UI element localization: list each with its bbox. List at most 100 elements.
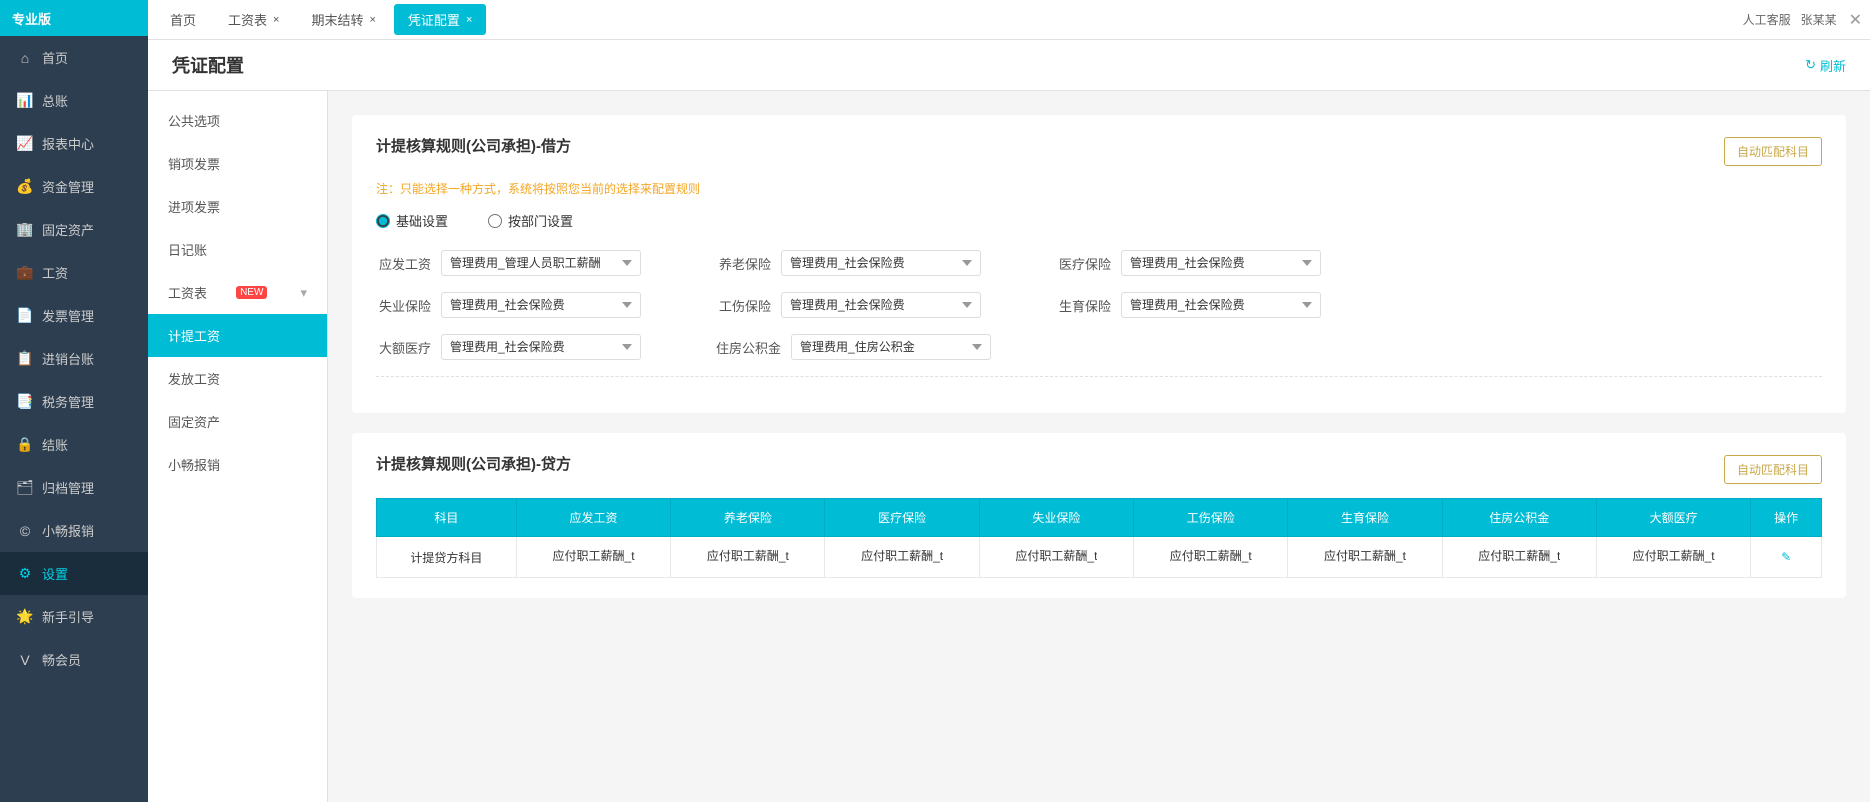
- sidebar-item-fixed-assets[interactable]: 🏢 固定资产: [0, 208, 148, 251]
- col-injury: 工伤保险: [1134, 499, 1288, 537]
- main-area: 首页 工资表 × 期末结转 × 凭证配置 × 人工客服 张某某 ✕ 凭证配置 ↻…: [148, 0, 1870, 802]
- report-icon: 📈: [16, 135, 34, 152]
- star-icon: 🌟: [16, 608, 34, 625]
- select-housing[interactable]: 管理费用_住房公积金: [791, 334, 991, 360]
- content-wrapper: 公共选项 销项发票 进项发票 日记账 工资表 NEW ▾ 计提工资 发放工资: [148, 91, 1870, 802]
- col-medical: 医疗保险: [825, 499, 979, 537]
- sidebar-label-close-account: 结账: [42, 435, 68, 454]
- select-injury[interactable]: 管理费用_社会保险费: [781, 292, 981, 318]
- settings-icon: ⚙: [16, 565, 34, 582]
- select-major-medical[interactable]: 管理费用_社会保险费: [441, 334, 641, 360]
- cell-housing: 应付职工薪酬_t: [1442, 537, 1596, 578]
- chevron-down-icon: ▾: [300, 285, 307, 301]
- debit-form-row-2: 失业保险 管理费用_社会保险费 工伤保险 管理费用_社会保险费 生育保险: [376, 292, 1822, 318]
- tab-payroll-table-label: 工资表: [228, 10, 267, 29]
- label-housing: 住房公积金: [716, 338, 781, 357]
- window-close-icon[interactable]: ✕: [1849, 10, 1862, 30]
- sidebar-item-general-ledger[interactable]: 📊 总账: [0, 79, 148, 122]
- copyright-icon: ©: [16, 523, 34, 539]
- tab-voucher-config[interactable]: 凭证配置 ×: [394, 4, 486, 35]
- radio-basic[interactable]: 基础设置: [376, 211, 448, 230]
- credit-auto-match-button[interactable]: 自动匹配科目: [1724, 455, 1822, 484]
- sidebar-item-guide[interactable]: 🌟 新手引导: [0, 595, 148, 638]
- sidebar-item-sales-ledger[interactable]: 📋 进销台账: [0, 337, 148, 380]
- fund-icon: 💰: [16, 178, 34, 195]
- tab-voucher-config-close[interactable]: ×: [466, 14, 472, 26]
- debit-auto-match-button[interactable]: 自动匹配科目: [1724, 137, 1822, 166]
- credit-section-header: 计提核算规则(公司承担)-贷方 自动匹配科目: [376, 453, 1822, 486]
- divider: [376, 376, 1822, 377]
- radio-department-label: 按部门设置: [508, 211, 573, 230]
- topbar-right: 人工客服 张某某: [1743, 11, 1837, 28]
- vip-icon: V: [16, 652, 34, 668]
- building-icon: 🏢: [16, 221, 34, 238]
- label-medical: 医疗保险: [1056, 254, 1111, 273]
- sidebar-label-payroll: 工资: [42, 263, 68, 282]
- sidebar-item-vip[interactable]: V 畅会员: [0, 638, 148, 681]
- select-pension[interactable]: 管理费用_社会保险费: [781, 250, 981, 276]
- sidebar: 专业版 ⌂ 首页 📊 总账 📈 报表中心 💰 资金管理 🏢 固定资产 💼 工资 …: [0, 0, 148, 802]
- select-medical[interactable]: 管理费用_社会保险费: [1121, 250, 1321, 276]
- cell-medical: 应付职工薪酬_t: [825, 537, 979, 578]
- tab-payroll-table-close[interactable]: ×: [273, 14, 279, 26]
- sidebar-item-xiaochangbaoxiao[interactable]: © 小畅报销: [0, 509, 148, 552]
- radio-department[interactable]: 按部门设置: [488, 211, 573, 230]
- left-nav-label-payroll-table: 工资表: [168, 283, 207, 302]
- select-salary[interactable]: 管理费用_管理人员职工薪酬: [441, 250, 641, 276]
- sidebar-item-tax[interactable]: 📑 税务管理: [0, 380, 148, 423]
- cell-action[interactable]: ✎: [1751, 537, 1822, 578]
- sidebar-item-report-center[interactable]: 📈 报表中心: [0, 122, 148, 165]
- select-unemployment[interactable]: 管理费用_社会保险费: [441, 292, 641, 318]
- left-nav-journal[interactable]: 日记账: [148, 228, 327, 271]
- left-nav-payroll-accrual[interactable]: 计提工资: [148, 314, 327, 357]
- sidebar-item-invoice[interactable]: 📄 发票管理: [0, 294, 148, 337]
- tab-home[interactable]: 首页: [156, 4, 210, 35]
- chart-icon: 📊: [16, 92, 34, 109]
- payroll-icon: 💼: [16, 264, 34, 281]
- cell-unemployment: 应付职工薪酬_t: [979, 537, 1133, 578]
- cell-maternity: 应付职工薪酬_t: [1288, 537, 1442, 578]
- archive-icon: 🗂: [16, 479, 34, 496]
- col-maternity: 生育保险: [1288, 499, 1442, 537]
- left-nav-sales-invoice[interactable]: 销项发票: [148, 142, 327, 185]
- field-salary: 应发工资 管理费用_管理人员职工薪酬: [376, 250, 696, 276]
- left-nav-petty-cash[interactable]: 小畅报销: [148, 443, 327, 486]
- left-nav-label-payroll-accrual: 计提工资: [168, 326, 220, 345]
- refresh-icon: ↻: [1805, 57, 1816, 73]
- left-nav-payroll-distribution[interactable]: 发放工资: [148, 357, 327, 400]
- tab-period-close-close[interactable]: ×: [369, 14, 375, 26]
- cell-subject: 计提贷方科目: [377, 537, 517, 578]
- sidebar-item-settings[interactable]: ⚙ 设置: [0, 552, 148, 595]
- left-nav-label-journal: 日记账: [168, 240, 207, 259]
- debit-form-row-3: 大额医疗 管理费用_社会保险费 住房公积金 管理费用_住房公积金: [376, 334, 1822, 360]
- label-injury: 工伤保险: [716, 296, 771, 315]
- tab-bar: 首页 工资表 × 期末结转 × 凭证配置 × 人工客服 张某某 ✕: [148, 0, 1870, 40]
- sidebar-label-tax: 税务管理: [42, 392, 94, 411]
- sidebar-item-archive[interactable]: 🗂 归档管理: [0, 466, 148, 509]
- edit-icon[interactable]: ✎: [1781, 550, 1791, 564]
- select-maternity[interactable]: 管理费用_社会保险费: [1121, 292, 1321, 318]
- label-salary: 应发工资: [376, 254, 431, 273]
- left-nav-label-fixed-assets-sub: 固定资产: [168, 412, 220, 431]
- left-nav-purchase-invoice[interactable]: 进项发票: [148, 185, 327, 228]
- sidebar-item-close-account[interactable]: 🔒 结账: [0, 423, 148, 466]
- sidebar-item-home[interactable]: ⌂ 首页: [0, 36, 148, 79]
- user-info: 人工客服 张某某: [1743, 11, 1837, 28]
- left-nav-public-options[interactable]: 公共选项: [148, 99, 327, 142]
- label-maternity: 生育保险: [1056, 296, 1111, 315]
- radio-basic-label: 基础设置: [396, 211, 448, 230]
- radio-department-input[interactable]: [488, 214, 502, 228]
- sidebar-item-fund-management[interactable]: 💰 资金管理: [0, 165, 148, 208]
- radio-basic-input[interactable]: [376, 214, 390, 228]
- credit-table-head: 科目 应发工资 养老保险 医疗保险 失业保险 工伤保险 生育保险 住房公积金 大…: [377, 499, 1822, 537]
- tab-payroll-table[interactable]: 工资表 ×: [214, 4, 293, 35]
- sidebar-item-payroll[interactable]: 💼 工资: [0, 251, 148, 294]
- cell-salary: 应付职工薪酬_t: [516, 537, 670, 578]
- field-unemployment: 失业保险 管理费用_社会保险费: [376, 292, 696, 318]
- left-nav-fixed-assets-sub[interactable]: 固定资产: [148, 400, 327, 443]
- refresh-button[interactable]: ↻ 刷新: [1805, 56, 1846, 75]
- tab-period-close[interactable]: 期末结转 ×: [297, 4, 389, 35]
- radio-group: 基础设置 按部门设置: [376, 211, 1822, 230]
- left-nav-payroll-table[interactable]: 工资表 NEW ▾: [148, 271, 327, 314]
- col-salary: 应发工资: [516, 499, 670, 537]
